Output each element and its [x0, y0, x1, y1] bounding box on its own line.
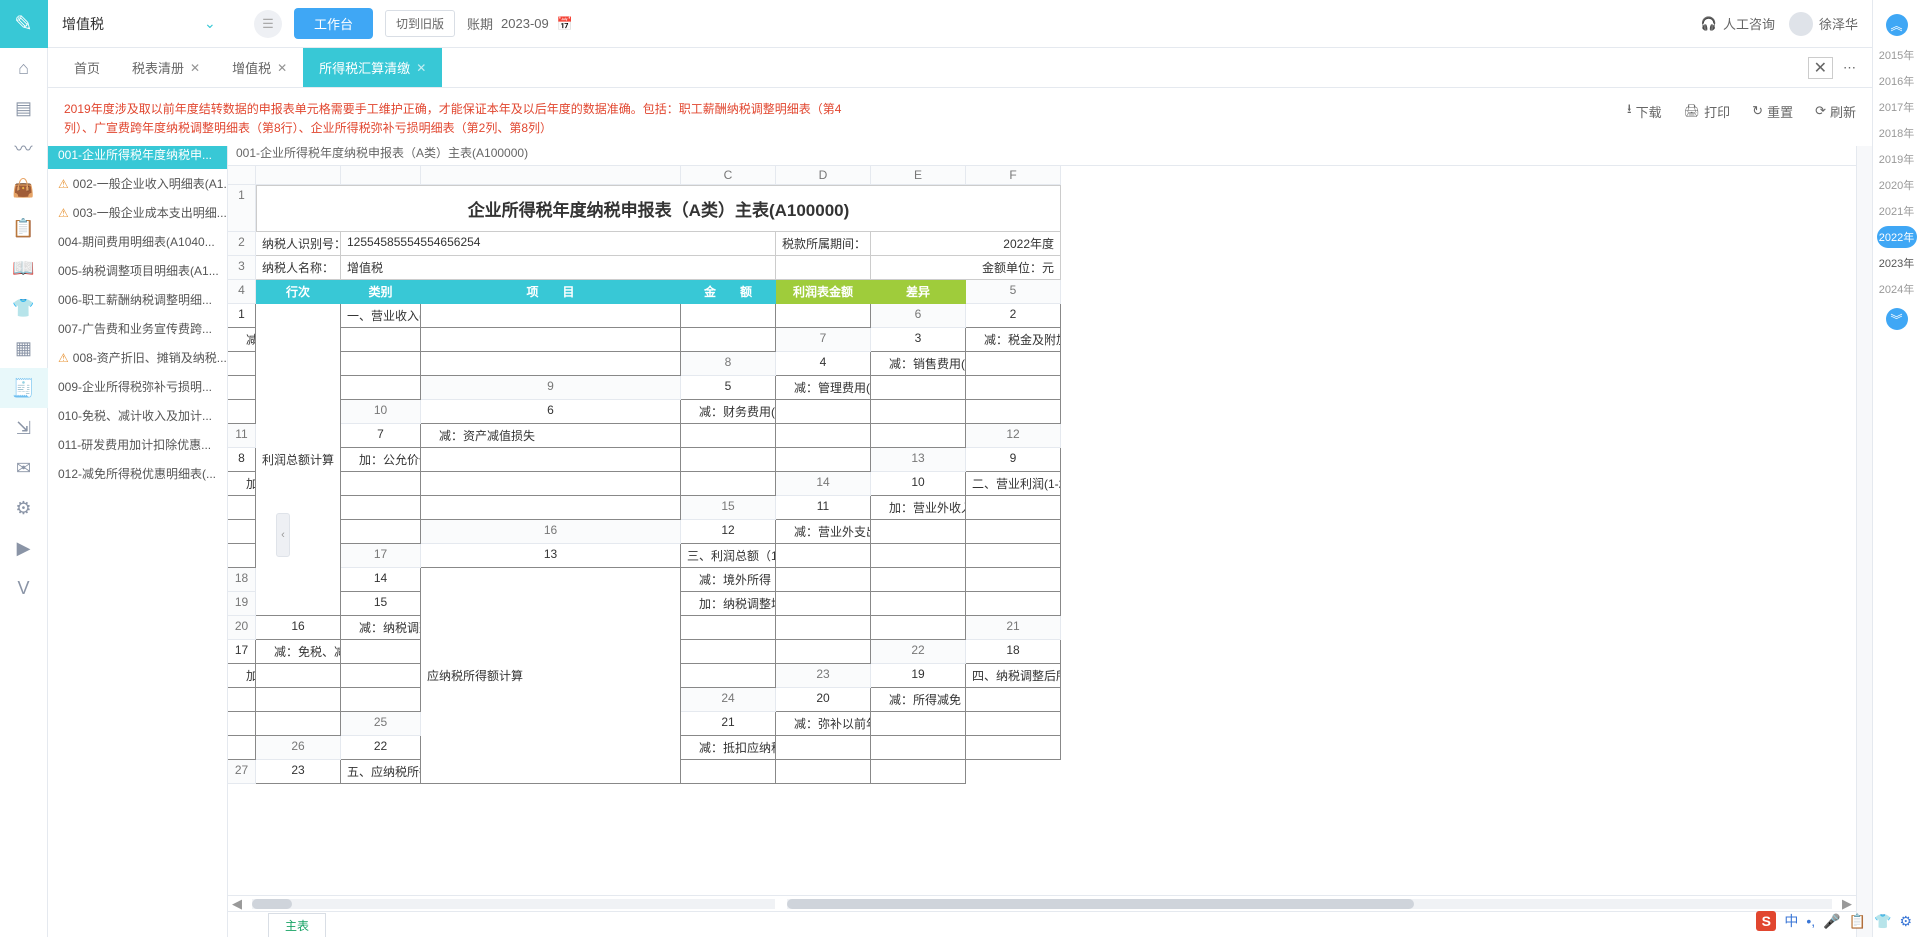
- left-sidebar: ✎ ⌂ ▤ 〰 👜 📋 📖 👕 ▦ 🧾 ⇲ ✉ ⚙ ▶ V: [0, 0, 48, 937]
- app-logo: ✎: [0, 0, 48, 48]
- ime-opt[interactable]: •,: [1806, 913, 1815, 929]
- tab-bar: 首页税表清册✕增值税✕所得税汇算清缴✕ ✕ ⋯: [48, 48, 1872, 88]
- form-item[interactable]: 011-研发费用加计扣除优惠...: [48, 430, 227, 459]
- warn-icon: ⚠: [58, 351, 69, 365]
- right-expand-grip[interactable]: ▶: [1856, 88, 1872, 937]
- avatar: [1789, 12, 1813, 36]
- company-name: 增值税: [62, 14, 104, 34]
- warning-notice: 2019年度涉及取以前年度结转数据的申报表单元格需要手工维护正确，才能保证本年及…: [64, 100, 864, 138]
- nav-inbox-icon[interactable]: ✉: [0, 448, 48, 488]
- form-item[interactable]: ⚠002-一般企业收入明细表(A1...: [48, 169, 227, 198]
- chevron-down-icon: ⌄: [204, 15, 216, 32]
- close-icon[interactable]: ✕: [190, 61, 200, 75]
- refresh-button[interactable]: ⟳ 刷新: [1815, 100, 1856, 122]
- user-menu[interactable]: 徐泽华: [1789, 12, 1858, 36]
- nav-doc-icon[interactable]: ▤: [0, 88, 48, 128]
- year-2022年[interactable]: 2022年: [1877, 226, 1917, 248]
- nav-bag-icon[interactable]: 👜: [0, 168, 48, 208]
- form-item[interactable]: 010-免税、减计收入及加计...: [48, 401, 227, 430]
- year-rail: ︽ 2015年 2016年 2017年 2018年 2019年 2020年 2021年 202…: [1872, 0, 1920, 937]
- year-down-icon[interactable]: ︾: [1886, 308, 1908, 330]
- ime-bar: S 中 •, 🎤 📋 👕 ⚙: [1756, 911, 1912, 931]
- period-value: 2023-09: [501, 16, 549, 31]
- consult-button[interactable]: 🎧 人工咨询: [1701, 14, 1775, 33]
- year-2024年[interactable]: 2024年: [1877, 278, 1917, 300]
- form-item[interactable]: ⚠003-一般企业成本支出明细...: [48, 198, 227, 227]
- nav-v-icon[interactable]: V: [0, 568, 48, 608]
- period-picker[interactable]: 账期 2023-09 📅: [467, 14, 573, 33]
- ime-opt[interactable]: 📋: [1849, 913, 1866, 930]
- collapse-grip[interactable]: ‹: [276, 513, 290, 557]
- ime-opt[interactable]: 🎤: [1823, 913, 1840, 930]
- ime-badge[interactable]: S: [1756, 911, 1776, 931]
- nav-gear-icon[interactable]: ⚙: [0, 488, 48, 528]
- reset-button[interactable]: ↻ 重置: [1752, 100, 1793, 122]
- nav-chart-icon[interactable]: 〰: [0, 128, 48, 168]
- download-button[interactable]: ⭳ 下载: [1627, 100, 1662, 122]
- sheet-tab-main[interactable]: 主表: [268, 913, 326, 937]
- switch-old-button[interactable]: 切到旧版: [385, 10, 455, 37]
- tab-税表清册[interactable]: 税表清册✕: [116, 48, 216, 87]
- nav-tax-icon[interactable]: 🧾: [0, 368, 48, 408]
- nav-book-icon[interactable]: 📖: [0, 248, 48, 288]
- year-2019年[interactable]: 2019年: [1877, 148, 1917, 170]
- close-icon[interactable]: ✕: [416, 61, 426, 75]
- forms-list: 001-企业所得税年度纳税申...⚠002-一般企业收入明细表(A1...⚠00…: [48, 140, 228, 937]
- year-2021年[interactable]: 2021年: [1877, 200, 1917, 222]
- ime-opt[interactable]: 中: [1784, 911, 1798, 931]
- sheet-toolbar: ⭳ 下载 🖨 打印 ↻ 重置 ⟳ 刷新: [1627, 100, 1856, 122]
- year-2016年[interactable]: 2016年: [1877, 70, 1917, 92]
- form-item[interactable]: 004-期间费用明细表(A1040...: [48, 227, 227, 256]
- topbar: 增值税 ⌄ ☰ 工作台 切到旧版 账期 2023-09 📅 🎧 人工咨询 徐泽华: [48, 0, 1872, 48]
- year-2018年[interactable]: 2018年: [1877, 122, 1917, 144]
- list-toggle-button[interactable]: ☰: [254, 10, 282, 38]
- user-name: 徐泽华: [1819, 14, 1858, 33]
- nav-clip-icon[interactable]: 📋: [0, 208, 48, 248]
- calendar-icon: 📅: [557, 16, 573, 32]
- form-item[interactable]: 012-减免所得税优惠明细表(...: [48, 459, 227, 488]
- year-up-icon[interactable]: ︽: [1886, 14, 1908, 36]
- warn-icon: ⚠: [58, 177, 69, 191]
- nav-home-icon[interactable]: ⌂: [0, 48, 48, 88]
- year-2015年[interactable]: 2015年: [1877, 44, 1917, 66]
- tab-增值税[interactable]: 增值税✕: [216, 48, 303, 87]
- form-item[interactable]: ⚠008-资产折旧、摊销及纳税...: [48, 343, 227, 372]
- form-item[interactable]: 007-广告费和业务宣传费跨...: [48, 314, 227, 343]
- nav-export-icon[interactable]: ⇲: [0, 408, 48, 448]
- year-2023年[interactable]: 2023年: [1877, 252, 1917, 274]
- year-2020年[interactable]: 2020年: [1877, 174, 1917, 196]
- nav-shirt-icon[interactable]: 👕: [0, 288, 48, 328]
- year-2017年[interactable]: 2017年: [1877, 96, 1917, 118]
- spreadsheet-grid[interactable]: 1企业所得税年度纳税申报表（A类）主表(A100000)2纳税人识别号：1255…: [228, 185, 1856, 784]
- column-letters: CDEF: [228, 166, 1856, 185]
- workbench-button[interactable]: 工作台: [294, 8, 373, 39]
- close-icon[interactable]: ✕: [277, 61, 287, 75]
- period-label: 账期: [467, 14, 493, 33]
- nav-grid-icon[interactable]: ▦: [0, 328, 48, 368]
- tabs-more-icon[interactable]: ⋯: [1843, 60, 1856, 76]
- nav-video-icon[interactable]: ▶: [0, 528, 48, 568]
- form-item[interactable]: 006-职工薪酬纳税调整明细...: [48, 285, 227, 314]
- form-item[interactable]: 005-纳税调整项目明细表(A1...: [48, 256, 227, 285]
- h-scrollbar[interactable]: ◀ ▶: [228, 895, 1856, 911]
- sheet-tabs: 主表: [228, 911, 1856, 937]
- ime-opt[interactable]: 👕: [1874, 913, 1891, 930]
- form-item[interactable]: 009-企业所得税弥补亏损明...: [48, 372, 227, 401]
- tab-所得税汇算清缴[interactable]: 所得税汇算清缴✕: [303, 48, 442, 87]
- ime-opt[interactable]: ⚙: [1899, 913, 1912, 930]
- tab-首页[interactable]: 首页: [58, 48, 116, 87]
- warn-icon: ⚠: [58, 206, 69, 220]
- company-selector[interactable]: 增值税 ⌄: [62, 14, 242, 34]
- close-all-icon[interactable]: ✕: [1808, 57, 1833, 79]
- print-button[interactable]: 🖨 打印: [1684, 100, 1731, 122]
